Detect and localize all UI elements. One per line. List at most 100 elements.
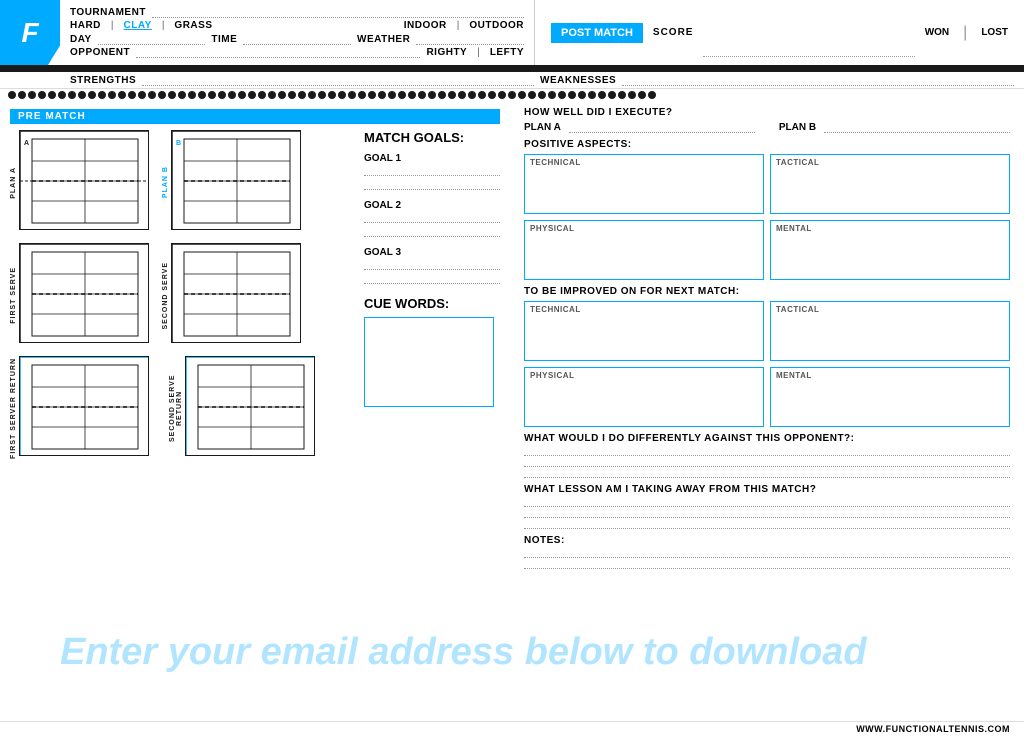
positive-physical-box[interactable]: PHYSICAL — [524, 220, 764, 280]
serve-row: FIRST SERVE — [10, 243, 350, 348]
differently-line2[interactable] — [524, 459, 1010, 467]
plan-a-wrapper: PLAN A — [10, 130, 156, 235]
plan-b-court-svg: B — [171, 130, 301, 230]
header-right: POST MATCH SCORE WON | LOST — [534, 0, 1024, 65]
improve-technical-label: TECHNICAL — [530, 305, 758, 314]
cue-words-box[interactable] — [364, 317, 494, 407]
improve-physical-box[interactable]: PHYSICAL — [524, 367, 764, 427]
indoor-label: INDOOR — [404, 20, 447, 31]
righty-label: RIGHTY — [426, 47, 467, 58]
tournament-field[interactable] — [152, 17, 524, 18]
goals-cue-area: MATCH GOALS: GOAL 1 GOAL 2 — [360, 130, 500, 713]
lesson-line2[interactable] — [524, 510, 1010, 518]
first-serve-wrapper: FIRST SERVE — [10, 243, 156, 348]
goal1-line1[interactable] — [364, 166, 500, 176]
goal1-line2[interactable] — [364, 180, 500, 190]
lesson-label: WHAT LESSON AM I TAKING AWAY FROM THIS M… — [524, 484, 1010, 495]
notes-lines — [524, 550, 1010, 569]
positive-mental-box[interactable]: MENTAL — [770, 220, 1010, 280]
pre-match-content: PLAN A — [10, 130, 500, 713]
strengths-label: STRENGTHS — [70, 75, 136, 86]
day-label: DAY — [70, 34, 92, 45]
plans-row: PLAN A — [10, 130, 350, 235]
differently-line1[interactable] — [524, 448, 1010, 456]
outdoor-label: OUTDOOR — [469, 20, 524, 31]
spiral-dots — [0, 89, 1024, 101]
differently-label: WHAT WOULD I DO DIFFERENTLY AGAINST THIS… — [524, 433, 1010, 444]
main-content: PRE MATCH PLAN A — [0, 101, 1024, 721]
notes-line2[interactable] — [524, 561, 1010, 569]
pipe3: | — [457, 20, 460, 31]
positive-tactical-box[interactable]: TACTICAL — [770, 154, 1010, 214]
differently-line3[interactable] — [524, 470, 1010, 478]
weaknesses-field[interactable] — [622, 85, 1014, 86]
goal2-label: GOAL 2 — [364, 200, 500, 211]
notes-line1[interactable] — [524, 550, 1010, 558]
lesson-line1[interactable] — [524, 499, 1010, 507]
first-serve-label: FIRST SERVE — [10, 267, 17, 324]
improve-technical-box[interactable]: TECHNICAL — [524, 301, 764, 361]
first-return-wrapper: FIRST SERVER RETURN — [10, 356, 163, 461]
plan-a-dotted[interactable] — [569, 132, 755, 133]
opponent-field[interactable] — [136, 57, 420, 58]
improve-mental-box[interactable]: MENTAL — [770, 367, 1010, 427]
hard-label: HARD — [70, 20, 101, 31]
goal2-line2[interactable] — [364, 227, 500, 237]
score-label: SCORE — [653, 27, 694, 38]
positive-technical-label: TECHNICAL — [530, 158, 758, 167]
score-field[interactable] — [703, 56, 914, 57]
svg-text:B: B — [176, 140, 181, 147]
second-serve-svg — [171, 243, 301, 343]
plan-a-text: PLAN A — [524, 122, 561, 133]
notes-section: NOTES: — [524, 535, 1010, 569]
grass-label: GRASS — [174, 20, 212, 31]
differently-section: WHAT WOULD I DO DIFFERENTLY AGAINST THIS… — [524, 433, 1010, 478]
how-well-label: HOW WELL DID I EXECUTE? — [524, 107, 1010, 118]
plan-a-court: A — [19, 130, 149, 235]
weather-label: WEATHER — [357, 34, 410, 45]
opponent-label: OPPONENT — [70, 47, 130, 58]
won-label: WON — [925, 27, 949, 38]
left-panel: PRE MATCH PLAN A — [0, 101, 510, 721]
differently-lines — [524, 448, 1010, 478]
goal3-line1[interactable] — [364, 260, 500, 270]
surface-row: HARD | CLAY | GRASS INDOOR | OUTDOOR — [70, 20, 524, 31]
plan-b-dotted[interactable] — [824, 132, 1010, 133]
positive-boxes-grid: TECHNICAL TACTICAL PHYSICAL MENTAL — [524, 154, 1010, 280]
first-serve-svg — [19, 243, 149, 343]
plan-ab-row: PLAN A PLAN B — [524, 122, 1010, 133]
positive-mental-label: MENTAL — [776, 224, 1004, 233]
strengths-field[interactable] — [142, 85, 534, 86]
improve-tactical-box[interactable]: TACTICAL — [770, 301, 1010, 361]
header-left: TOURNAMENT HARD | CLAY | GRASS INDOOR | … — [60, 0, 534, 65]
second-serve-court — [171, 243, 301, 348]
positive-aspects-label: POSITIVE ASPECTS: — [524, 139, 1010, 150]
first-serve-court — [19, 243, 149, 348]
to-improve-label: TO BE IMPROVED ON FOR NEXT MATCH: — [524, 286, 1010, 297]
day-time-row: DAY TIME WEATHER — [70, 34, 524, 45]
notes-label: NOTES: — [524, 535, 1010, 546]
plan-b-text: PLAN B — [779, 122, 816, 133]
goal3-item: GOAL 3 — [364, 247, 500, 284]
goal1-item: GOAL 1 — [364, 153, 500, 190]
time-field[interactable] — [243, 44, 351, 45]
positive-physical-label: PHYSICAL — [530, 224, 758, 233]
clay-label: CLAY — [124, 20, 152, 31]
goal3-lines — [364, 260, 500, 284]
second-serve-wrapper: SECOND SERVE — [162, 243, 308, 348]
goal2-item: GOAL 2 — [364, 200, 500, 237]
pipe4: | — [477, 47, 480, 58]
post-match-button[interactable]: POST MATCH — [551, 23, 643, 43]
positive-technical-box[interactable]: TECHNICAL — [524, 154, 764, 214]
goal2-line1[interactable] — [364, 213, 500, 223]
logo-area: F — [0, 0, 60, 65]
courts-area: PLAN A — [10, 130, 350, 713]
weather-field[interactable] — [416, 44, 524, 45]
goal3-line2[interactable] — [364, 274, 500, 284]
lesson-lines — [524, 499, 1010, 529]
goals-title: MATCH GOALS: — [364, 130, 500, 145]
lesson-line3[interactable] — [524, 521, 1010, 529]
tournament-row: TOURNAMENT — [70, 7, 524, 18]
tournament-label: TOURNAMENT — [70, 7, 146, 18]
day-field[interactable] — [98, 44, 206, 45]
